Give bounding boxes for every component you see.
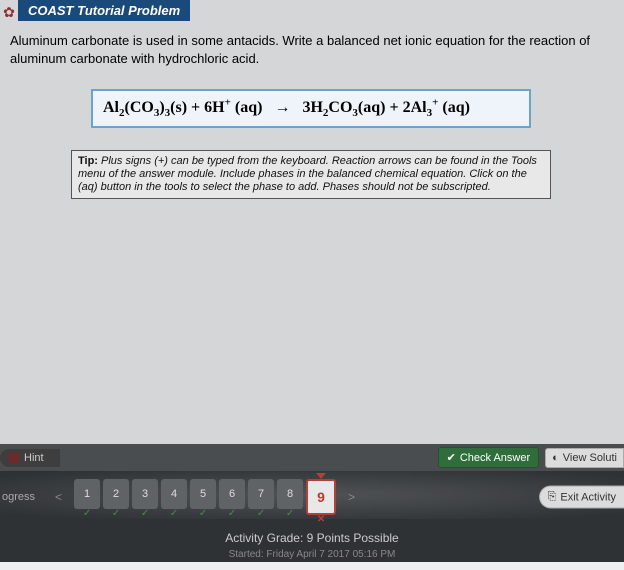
nav-item-6[interactable]: 6✓ [219, 479, 245, 509]
nav-item-9[interactable]: 9✕ [306, 479, 336, 515]
tip-label: Tip: [78, 155, 98, 167]
problem-statement: Aluminum carbonate is used in some antac… [10, 32, 612, 67]
grade-value: 9 Points Possible [307, 531, 399, 545]
prev-question-button[interactable]: < [49, 490, 68, 504]
nav-item-4[interactable]: 4✓ [161, 479, 187, 509]
hint-button[interactable]: Hint [0, 449, 60, 467]
check-icon: ✓ [170, 508, 178, 519]
reaction-arrow-icon: → [274, 99, 290, 117]
exit-icon: ⎘ [548, 491, 557, 504]
nav-item-8[interactable]: 8✓ [277, 479, 303, 509]
tip-box: Tip: Plus signs (+) can be typed from th… [71, 150, 551, 200]
check-icon: ✓ [83, 508, 91, 519]
bottom-strip [0, 562, 624, 570]
eq-lhs: Al2(CO3)3(s) + 6H+ (aq) [103, 99, 266, 116]
view-solution-button[interactable]: ◐ View Soluti [545, 448, 624, 468]
nav-item-1[interactable]: 1✓ [74, 479, 100, 509]
view-label: View Soluti [563, 452, 617, 464]
check-icon: ✓ [112, 508, 120, 519]
nav-item-2[interactable]: 2✓ [103, 479, 129, 509]
grade-label: Activity Grade: [225, 531, 303, 545]
check-icon: ✓ [257, 508, 265, 519]
check-answer-button[interactable]: ✔ Check Answer [438, 447, 540, 468]
started-timestamp: Started: Friday April 7 2017 05:16 PM [0, 549, 624, 560]
hint-label: Hint [24, 452, 44, 464]
grade-area: Activity Grade: 9 Points Possible Starte… [0, 519, 624, 562]
exit-label: Exit Activity [560, 491, 616, 503]
question-navigator: ogress < 1✓2✓3✓4✓5✓6✓7✓8✓9✕ > ⎘ Exit Act… [0, 471, 624, 519]
next-question-button[interactable]: > [342, 490, 361, 504]
exit-activity-button[interactable]: ⎘ Exit Activity [539, 486, 624, 509]
close-icon: ✕ [317, 514, 325, 525]
page-title: COAST Tutorial Problem [18, 0, 190, 21]
check-icon: ✓ [199, 508, 207, 519]
settings-gear-icon[interactable]: ✿ [0, 0, 18, 24]
check-icon: ✓ [286, 508, 294, 519]
nav-item-3[interactable]: 3✓ [132, 479, 158, 509]
nav-item-5[interactable]: 5✓ [190, 479, 216, 509]
eq-rhs: 3H2CO3(aq) + 2Al3+ (aq) [302, 99, 469, 116]
check-icon: ✔ [447, 451, 456, 464]
progress-label: ogress [0, 491, 43, 503]
action-bar: Hint ✔ Check Answer ◐ View Soluti [0, 444, 624, 471]
tip-body: Plus signs (+) can be typed from the key… [78, 155, 537, 193]
check-icon: ✓ [141, 508, 149, 519]
hint-dot-icon [8, 452, 20, 464]
answer-equation-box[interactable]: Al2(CO3)3(s) + 6H+ (aq) → 3H2CO3(aq) + 2… [91, 89, 531, 128]
check-icon: ✓ [228, 508, 236, 519]
nav-item-7[interactable]: 7✓ [248, 479, 274, 509]
check-label: Check Answer [460, 452, 530, 464]
bulb-icon: ◐ [552, 452, 559, 464]
